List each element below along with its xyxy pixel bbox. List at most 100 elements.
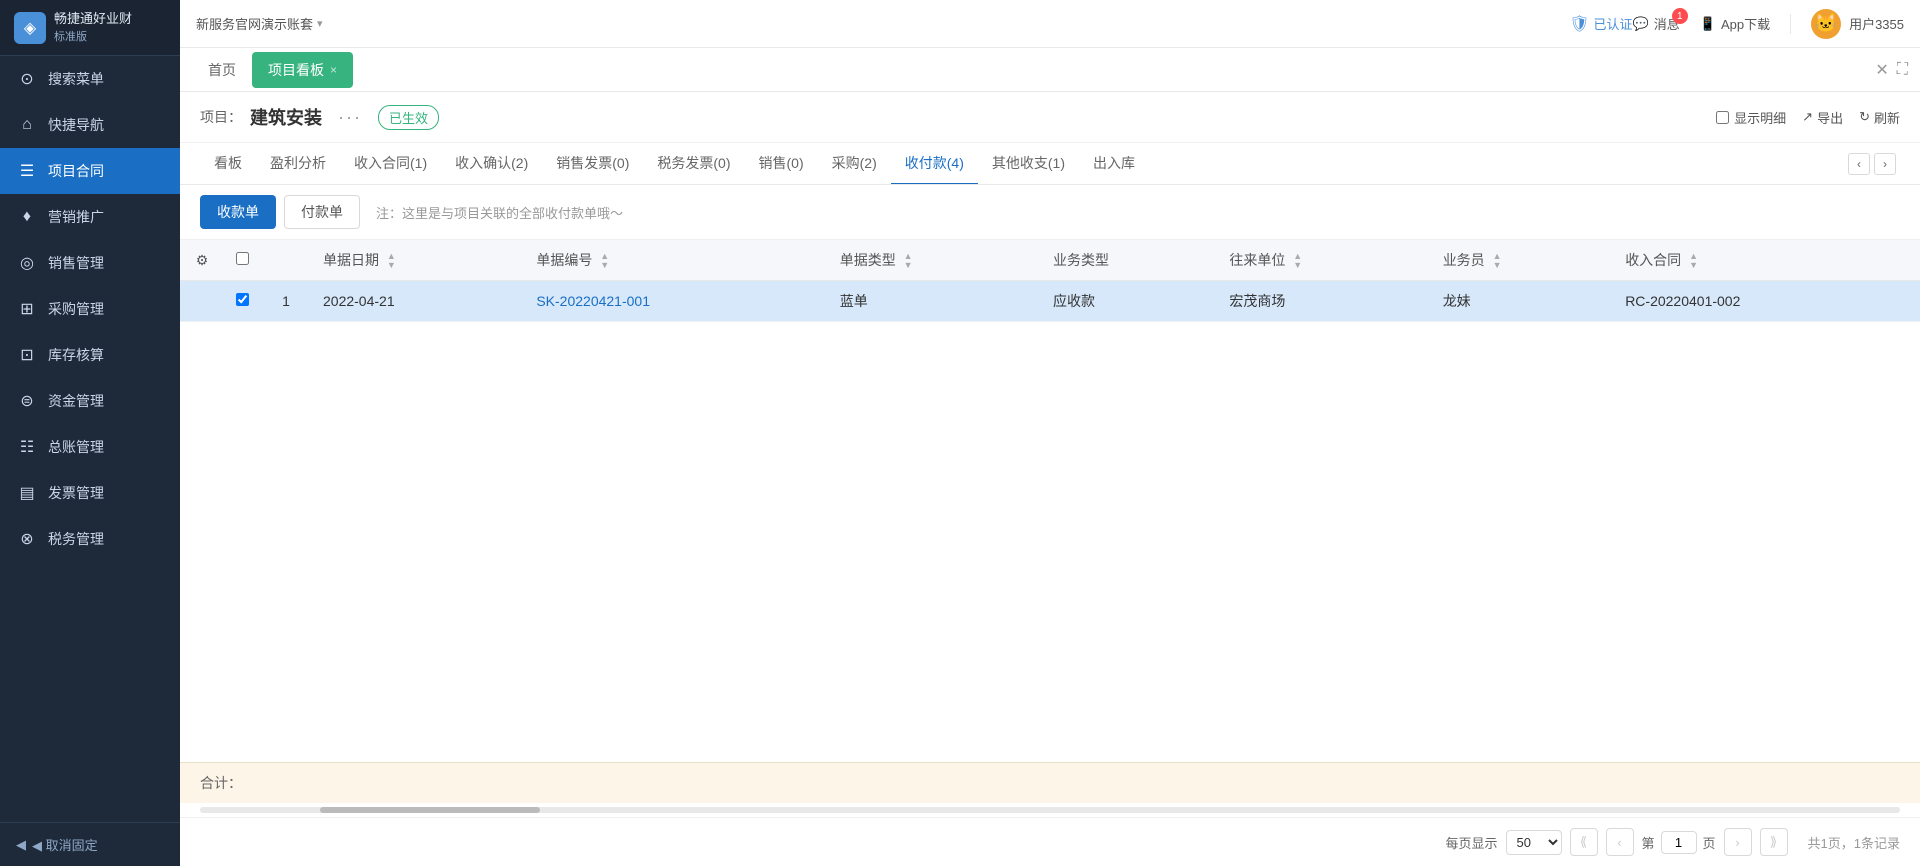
- account-dropdown-icon: ▾: [317, 17, 323, 30]
- first-page-btn[interactable]: ⟪: [1570, 828, 1598, 856]
- salesperson-col-header[interactable]: 业务员 ▲▼: [1431, 240, 1614, 281]
- scrollbar-track: [200, 807, 1900, 813]
- page-number-input[interactable]: [1661, 831, 1697, 854]
- project-header: 项目： 建筑安装 ··· 已生效 显示明细 ↗ 导出 ↻ 刷新: [180, 92, 1920, 143]
- filter-note: 注：这里是与项目关联的全部收付款单哦～: [376, 203, 623, 222]
- sidebar-label-marketing: 营销推广: [48, 207, 104, 227]
- show-detail-label: 显示明细: [1734, 108, 1786, 127]
- sidebar-label-ledger: 总账管理: [48, 437, 104, 457]
- payment-filter-btn[interactable]: 付款单: [284, 195, 360, 229]
- page-size-select[interactable]: 50 10 20 100: [1506, 830, 1562, 855]
- sidebar-item-marketing[interactable]: ♦ 营销推广: [0, 194, 180, 240]
- sidebar-item-invoice[interactable]: ▤ 发票管理: [0, 470, 180, 516]
- subtabs-next-btn[interactable]: ›: [1874, 153, 1896, 175]
- number-col-header[interactable]: 单据编号 ▲▼: [524, 240, 827, 281]
- sidebar-item-search[interactable]: ⊙ 搜索菜单: [0, 56, 180, 102]
- subtab-sales_invoice[interactable]: 销售发票(0): [542, 143, 643, 185]
- sidebar-label-finance: 资金管理: [48, 391, 104, 411]
- tab-home[interactable]: 首页: [192, 52, 252, 88]
- page-size-label: 每页显示: [1445, 833, 1497, 852]
- sidebar-item-finance[interactable]: ⊜ 资金管理: [0, 378, 180, 424]
- sidebar: ◈ 畅捷通好业财 标准版 ⊙ 搜索菜单 ⌂ 快捷导航 ☰ 项目合同 ♦ 营销推广…: [0, 0, 180, 866]
- subtab-receipt[interactable]: 收付款(4): [891, 143, 978, 185]
- tab-kanban[interactable]: 项目看板 ×: [252, 52, 353, 88]
- app-download-button[interactable]: 📱 App下载: [1700, 14, 1770, 33]
- sidebar-item-inventory[interactable]: ⊡ 库存核算: [0, 332, 180, 378]
- receipt-table: ⚙ 单据日期 ▲▼ 单据编号 ▲▼: [180, 240, 1920, 322]
- row-partner-0: 宏茂商场: [1217, 281, 1430, 322]
- sidebar-label-sales: 销售管理: [48, 253, 104, 273]
- subtab-income_confirm[interactable]: 收入确认(2): [441, 143, 542, 185]
- sidebar-item-ledger[interactable]: ☷ 总账管理: [0, 424, 180, 470]
- next-page-btn[interactable]: ›: [1724, 828, 1752, 856]
- account-selector[interactable]: 新服务官网演示账套 ▾: [196, 14, 1545, 33]
- select-all-checkbox[interactable]: [236, 252, 249, 265]
- subtab-income_contract[interactable]: 收入合同(1): [340, 143, 441, 185]
- page-unit: 页: [1703, 833, 1716, 852]
- app-version: 标准版: [54, 28, 132, 44]
- sidebar-item-sales[interactable]: ◎ 销售管理: [0, 240, 180, 286]
- scrollbar-thumb[interactable]: [320, 807, 540, 813]
- type-col-header[interactable]: 单据类型 ▲▼: [828, 240, 1041, 281]
- gear-col-header[interactable]: ⚙: [180, 240, 224, 281]
- app-download-label: App下载: [1721, 14, 1770, 33]
- tab-kanban-label: 项目看板: [268, 60, 324, 80]
- page-label: 第: [1642, 833, 1655, 852]
- export-button[interactable]: ↗ 导出: [1802, 108, 1843, 127]
- prev-page-btn[interactable]: ‹: [1606, 828, 1634, 856]
- table-row[interactable]: 1 2022-04-21 SK-20220421-001 蓝单 应收款 宏茂商场…: [180, 281, 1920, 322]
- tabbar-right: ✕ ⛶: [1875, 60, 1908, 80]
- message-button[interactable]: 💬 消息 1: [1633, 14, 1680, 33]
- row-type-0: 蓝单: [828, 281, 1041, 322]
- horizontal-scrollbar[interactable]: [180, 803, 1920, 817]
- sidebar-item-tax[interactable]: ⊗ 税务管理: [0, 516, 180, 562]
- user-menu[interactable]: 🐱 用户3355: [1811, 9, 1904, 39]
- subtab-other_income[interactable]: 其他收支(1): [978, 143, 1079, 185]
- row-cb-0[interactable]: [224, 281, 261, 322]
- certified-icon: 🛡: [1569, 14, 1589, 34]
- close-window-icon[interactable]: ✕: [1875, 60, 1888, 80]
- project-more-icon[interactable]: ···: [338, 107, 362, 128]
- subtab-kanban[interactable]: 看板: [200, 143, 256, 185]
- content-area: 项目： 建筑安装 ··· 已生效 显示明细 ↗ 导出 ↻ 刷新: [180, 92, 1920, 866]
- date-sort-icon: ▲▼: [387, 252, 396, 270]
- row-number-0[interactable]: SK-20220421-001: [524, 281, 827, 322]
- date-col-header[interactable]: 单据日期 ▲▼: [311, 240, 524, 281]
- biz-type-col-header: 业务类型: [1041, 240, 1217, 281]
- sidebar-icon-contract: ☰: [16, 160, 38, 182]
- filter-bar: 收款单 付款单 注：这里是与项目关联的全部收付款单哦～: [180, 185, 1920, 240]
- sidebar-label-tax: 税务管理: [48, 529, 104, 549]
- subtab-profit[interactable]: 盈利分析: [256, 143, 340, 185]
- receipt-filter-btn[interactable]: 收款单: [200, 195, 276, 229]
- sidebar-item-purchase[interactable]: ⊞ 采购管理: [0, 286, 180, 332]
- message-badge: 1: [1672, 8, 1688, 24]
- sidebar-nav: ⊙ 搜索菜单 ⌂ 快捷导航 ☰ 项目合同 ♦ 营销推广 ◎ 销售管理 ⊞ 采购管…: [0, 56, 180, 822]
- subtab-tax_invoice[interactable]: 税务发票(0): [643, 143, 744, 185]
- topbar-divider: [1790, 14, 1791, 34]
- last-page-btn[interactable]: ⟫: [1760, 828, 1788, 856]
- phone-icon: 📱: [1700, 16, 1716, 32]
- show-detail-input[interactable]: [1716, 111, 1729, 124]
- show-detail-checkbox[interactable]: 显示明细: [1716, 108, 1786, 127]
- subtabs-prev-btn[interactable]: ‹: [1848, 153, 1870, 175]
- refresh-button[interactable]: ↻ 刷新: [1859, 108, 1900, 127]
- subtab-sales[interactable]: 销售(0): [745, 143, 818, 185]
- project-title: 建筑安装: [250, 104, 322, 130]
- partner-col-header[interactable]: 往来单位 ▲▼: [1217, 240, 1430, 281]
- subtab-inout[interactable]: 出入库: [1079, 143, 1149, 185]
- sidebar-icon-sales: ◎: [16, 252, 38, 274]
- project-label: 项目：: [200, 107, 242, 127]
- sidebar-unpin[interactable]: ◀ ◀︎ 取消固定: [0, 822, 180, 866]
- income-contract-col-header[interactable]: 收入合同 ▲▼: [1613, 240, 1920, 281]
- sidebar-item-quicknav[interactable]: ⌂ 快捷导航: [0, 102, 180, 148]
- topbar-actions: 💬 消息 1 📱 App下载 🐱 用户3355: [1633, 9, 1904, 39]
- tab-kanban-close[interactable]: ×: [330, 63, 337, 77]
- subtab-purchase[interactable]: 采购(2): [818, 143, 891, 185]
- row-gear-0: [180, 281, 224, 322]
- sidebar-item-contract[interactable]: ☰ 项目合同: [0, 148, 180, 194]
- maximize-icon[interactable]: ⛶: [1897, 61, 1908, 79]
- sidebar-label-inventory: 库存核算: [48, 345, 104, 365]
- subtabs-arrows: ‹ ›: [1848, 153, 1900, 175]
- subtabs: 看板盈利分析收入合同(1)收入确认(2)销售发票(0)税务发票(0)销售(0)采…: [180, 143, 1920, 185]
- sidebar-icon-invoice: ▤: [16, 482, 38, 504]
